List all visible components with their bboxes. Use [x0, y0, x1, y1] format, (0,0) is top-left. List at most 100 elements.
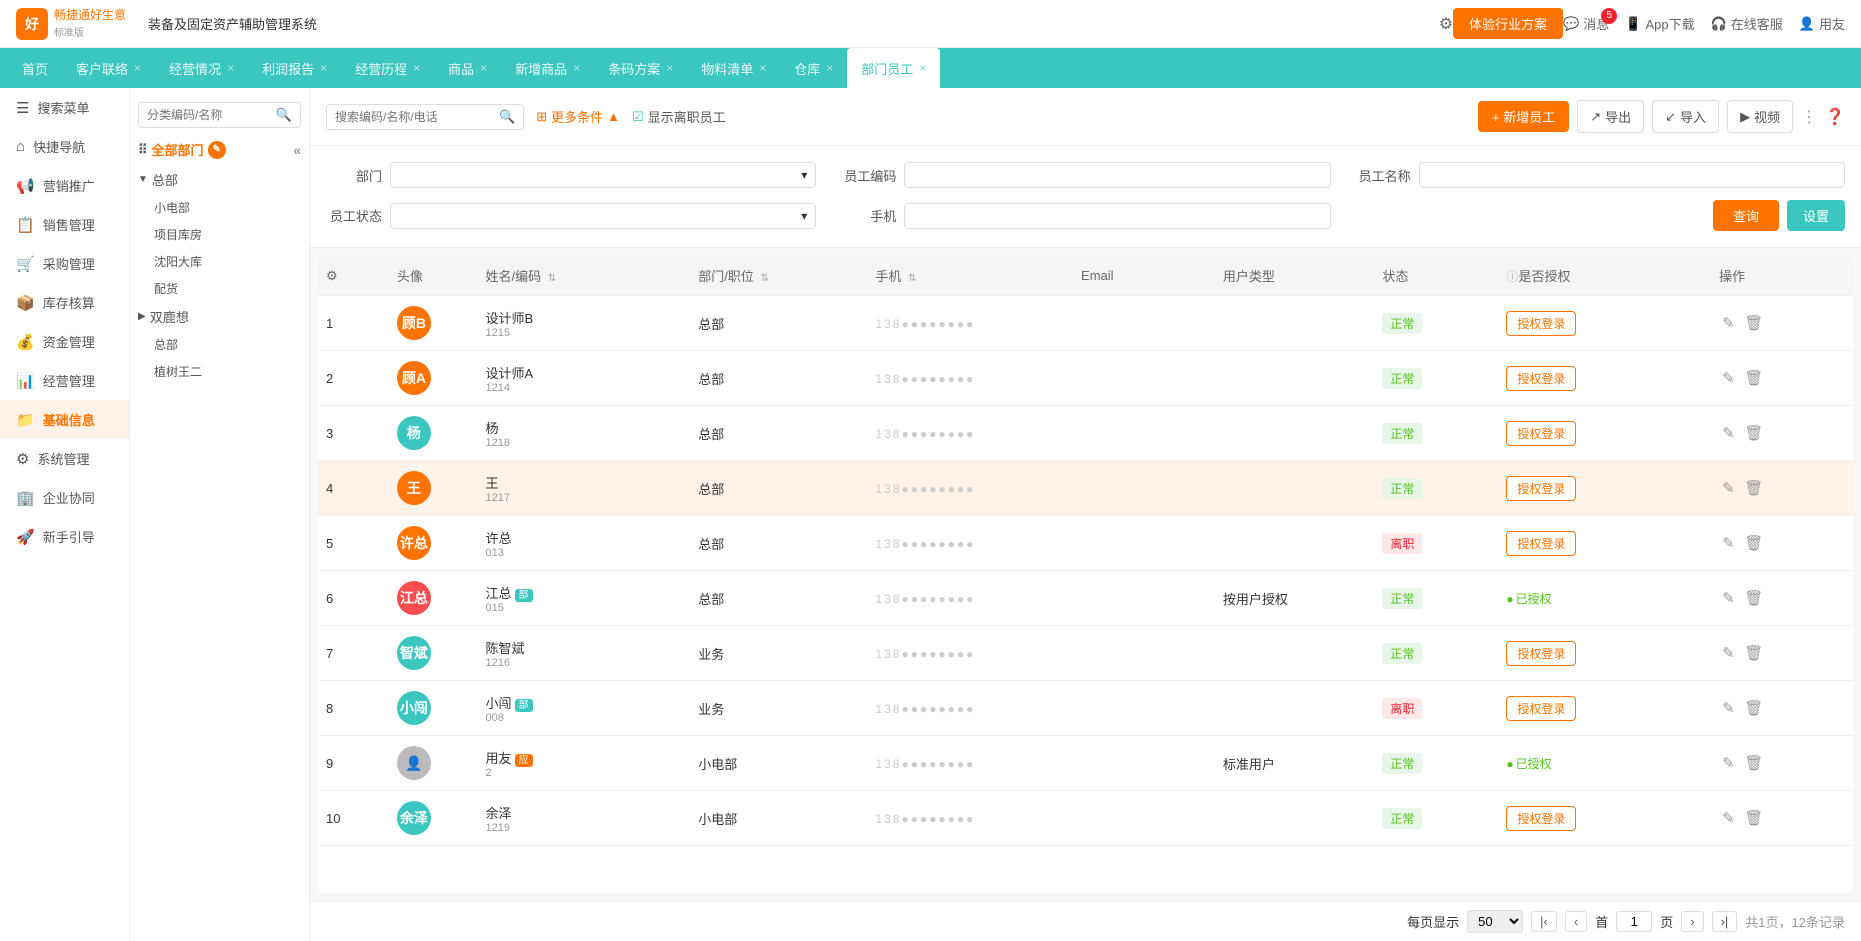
delete-icon[interactable]: 🗑: [1744, 810, 1763, 827]
more-conditions-btn[interactable]: ⊞ 更多条件 ▲: [536, 107, 620, 126]
dept-child-zongbu[interactable]: 总部: [130, 331, 309, 358]
delete-icon[interactable]: 🗑: [1744, 590, 1763, 607]
dept-child-peihuo[interactable]: 配货: [130, 275, 309, 302]
export-btn[interactable]: ↗ 导出: [1577, 100, 1644, 133]
nav-tab-商品[interactable]: 商品×: [434, 48, 501, 88]
dept-child-xiaodian[interactable]: 小电部: [130, 194, 309, 221]
dept-search-input[interactable]: [147, 108, 276, 122]
edit-icon[interactable]: ✎: [1722, 425, 1735, 442]
col-header-setting[interactable]: ⚙: [318, 256, 389, 296]
sidebar-item-sales[interactable]: 📋 销售管理: [0, 205, 129, 244]
delete-icon[interactable]: 🗑: [1744, 315, 1763, 332]
edit-icon[interactable]: ✎: [1722, 370, 1735, 387]
delete-icon[interactable]: 🗑: [1744, 645, 1763, 662]
delete-icon[interactable]: 🗑: [1744, 425, 1763, 442]
nav-tab-首页[interactable]: 首页: [8, 48, 62, 88]
prev-page-btn[interactable]: ‹: [1565, 911, 1587, 932]
dept-child-zhishu[interactable]: 植树王二: [130, 358, 309, 385]
edit-icon[interactable]: ✎: [1722, 645, 1735, 662]
col-header-dept[interactable]: 部门/职位 ⇅: [690, 256, 867, 296]
sidebar-item-purchase[interactable]: 🛒 采购管理: [0, 244, 129, 283]
nav-tab-仓库[interactable]: 仓库×: [780, 48, 847, 88]
dept-search-box[interactable]: 🔍: [138, 102, 301, 128]
message-btn[interactable]: 💬 消息 5: [1563, 14, 1609, 33]
close-icon[interactable]: ×: [573, 61, 580, 75]
close-icon[interactable]: ×: [666, 61, 673, 75]
auth-button[interactable]: 授权登录: [1506, 366, 1576, 391]
close-icon[interactable]: ×: [480, 61, 487, 75]
sidebar-item-search[interactable]: ☰ 搜索菜单: [0, 88, 129, 127]
more-options-icon[interactable]: ⋮: [1801, 107, 1817, 127]
add-employee-btn[interactable]: + 新增员工: [1478, 101, 1569, 132]
dept-collapse-btn[interactable]: «: [293, 142, 301, 158]
sidebar-item-guide[interactable]: 🚀 新手引导: [0, 517, 129, 556]
setting-btn[interactable]: 设置: [1787, 200, 1845, 231]
import-btn[interactable]: ↙ 导入: [1652, 100, 1719, 133]
try-btn[interactable]: 体验行业方案: [1453, 8, 1563, 39]
nav-tab-经营情况[interactable]: 经营情况×: [155, 48, 248, 88]
auth-button[interactable]: 授权登录: [1506, 696, 1576, 721]
edit-icon[interactable]: ✎: [1722, 480, 1735, 497]
auth-button[interactable]: 授权登录: [1506, 311, 1576, 336]
search-input[interactable]: [335, 110, 495, 124]
auth-button[interactable]: 授权登录: [1506, 641, 1576, 666]
delete-icon[interactable]: 🗑: [1744, 700, 1763, 717]
empname-input[interactable]: [1419, 162, 1845, 188]
online-service-btn[interactable]: 🎧 在线客服: [1711, 14, 1783, 33]
edit-icon[interactable]: ✎: [1722, 755, 1735, 772]
nav-tab-客户联络[interactable]: 客户联络×: [62, 48, 155, 88]
close-icon[interactable]: ×: [320, 61, 327, 75]
sidebar-item-marketing[interactable]: 📢 营销推广: [0, 166, 129, 205]
auth-button[interactable]: 授权登录: [1506, 531, 1576, 556]
search-box[interactable]: 🔍: [326, 104, 524, 130]
col-header-phone[interactable]: 手机 ⇅: [867, 256, 1073, 296]
first-page-btn[interactable]: |‹: [1531, 911, 1557, 932]
dept-group-title-total[interactable]: ▼ 总部: [130, 165, 309, 194]
sidebar-item-finance[interactable]: 💰 资金管理: [0, 322, 129, 361]
page-size-select[interactable]: 50 20 100: [1467, 910, 1523, 933]
close-icon[interactable]: ×: [919, 61, 926, 75]
dept-edit-badge[interactable]: ✎: [208, 141, 226, 159]
view-btn[interactable]: ▶ 视频: [1727, 100, 1793, 133]
user-btn[interactable]: 👤 用友: [1799, 14, 1845, 33]
dept-group-title-shuanglu[interactable]: ▶ 双鹿想: [130, 302, 309, 331]
nav-tab-部门员工[interactable]: 部门员工×: [847, 48, 940, 88]
delete-icon[interactable]: 🗑: [1744, 370, 1763, 387]
edit-icon[interactable]: ✎: [1722, 810, 1735, 827]
nav-tab-条码方案[interactable]: 条码方案×: [594, 48, 687, 88]
auth-button[interactable]: 授权登录: [1506, 421, 1576, 446]
edit-icon[interactable]: ✎: [1722, 590, 1735, 607]
dept-select[interactable]: ▾: [390, 162, 816, 188]
dept-header[interactable]: ⠿ 全部部门 ✎ «: [130, 134, 309, 165]
sidebar-item-corp[interactable]: 🏢 企业协同: [0, 478, 129, 517]
nav-tab-新增商品[interactable]: 新增商品×: [501, 48, 594, 88]
close-icon[interactable]: ×: [227, 61, 234, 75]
dept-child-xiangmu[interactable]: 项目库房: [130, 221, 309, 248]
delete-icon[interactable]: 🗑: [1744, 535, 1763, 552]
nav-tab-物料清单[interactable]: 物料清单×: [687, 48, 780, 88]
page-input[interactable]: [1616, 911, 1652, 932]
next-page-btn[interactable]: ›: [1681, 911, 1703, 932]
nav-tab-利润报告[interactable]: 利润报告×: [248, 48, 341, 88]
nav-tab-经营历程[interactable]: 经营历程×: [341, 48, 434, 88]
search-btn[interactable]: 查询: [1713, 200, 1779, 231]
gear-icon[interactable]: ⚙: [1439, 14, 1453, 34]
sidebar-item-system[interactable]: ⚙ 系统管理: [0, 439, 129, 478]
close-icon[interactable]: ×: [134, 61, 141, 75]
col-header-name[interactable]: 姓名/编码 ⇅: [478, 256, 691, 296]
close-icon[interactable]: ×: [759, 61, 766, 75]
close-icon[interactable]: ×: [413, 61, 420, 75]
help-icon[interactable]: ❓: [1825, 107, 1845, 127]
edit-icon[interactable]: ✎: [1722, 315, 1735, 332]
delete-icon[interactable]: 🗑: [1744, 480, 1763, 497]
auth-button[interactable]: 授权登录: [1506, 476, 1576, 501]
delete-icon[interactable]: 🗑: [1744, 755, 1763, 772]
empcode-input[interactable]: [904, 162, 1330, 188]
app-download-btn[interactable]: 📱 App下载: [1625, 14, 1694, 33]
phone-input[interactable]: [904, 203, 1330, 229]
auth-button[interactable]: 授权登录: [1506, 806, 1576, 831]
edit-icon[interactable]: ✎: [1722, 700, 1735, 717]
show-resigned-toggle[interactable]: ☑ 显示离职员工: [632, 107, 726, 126]
edit-icon[interactable]: ✎: [1722, 535, 1735, 552]
sidebar-item-basic[interactable]: 📁 基础信息: [0, 400, 129, 439]
